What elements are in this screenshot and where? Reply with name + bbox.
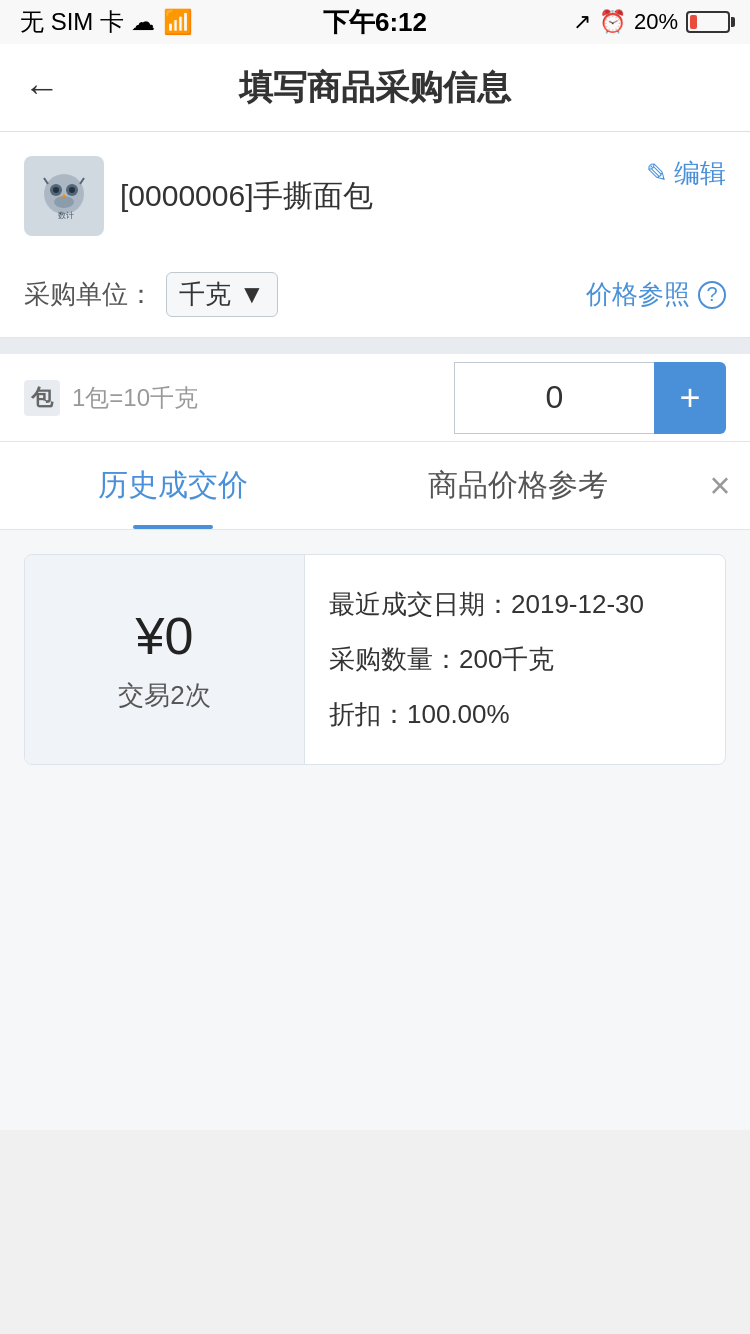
plus-button[interactable]: +: [654, 362, 726, 434]
quantity-row: 包 1包=10千克 +: [0, 354, 750, 442]
history-price: ¥0: [136, 606, 194, 666]
recent-date-value: 2019-12-30: [511, 589, 644, 619]
discount-row: 折扣：100.00%: [329, 695, 701, 734]
purchase-qty-row: 采购数量：200千克: [329, 640, 701, 679]
svg-line-8: [80, 178, 84, 184]
product-card: 数计 [0000006]手撕面包 ✎ 编辑 采购单位： 千克 ▼ 价格参照 ?: [0, 132, 750, 338]
svg-point-3: [53, 187, 59, 193]
status-time: 下午6:12: [323, 5, 427, 40]
discount-value: 100.00%: [407, 699, 510, 729]
nav-bar: ← 填写商品采购信息: [0, 44, 750, 132]
tab-active-indicator: [133, 525, 213, 529]
product-image: 数计: [24, 156, 104, 236]
tab-price-reference[interactable]: 商品价格参考: [345, 442, 690, 529]
price-ref-label: 价格参照: [586, 277, 690, 312]
tab-history-label: 历史成交价: [98, 465, 248, 506]
close-button[interactable]: ×: [690, 442, 750, 530]
svg-point-4: [69, 187, 75, 193]
status-bar: 无 SIM 卡 ☁ 📶 下午6:12 ↗ ⏰ 20%: [0, 0, 750, 44]
history-trades: 交易2次: [118, 678, 210, 713]
section-divider: [0, 338, 750, 354]
product-name: [0000006]手撕面包: [120, 175, 373, 217]
recent-date-label: 最近成交日期：: [329, 589, 511, 619]
location-icon: ↗: [573, 9, 591, 35]
price-ref-button[interactable]: 价格参照 ?: [586, 277, 726, 312]
purchase-qty-value: 200千克: [459, 644, 554, 674]
unit-conversion: 1包=10千克: [72, 382, 198, 414]
history-card: ¥0 交易2次 最近成交日期：2019-12-30 采购数量：200千克 折扣：…: [24, 554, 726, 765]
purchase-unit-label: 采购单位：: [24, 277, 154, 312]
battery-percent: 20%: [634, 9, 678, 35]
unit-select[interactable]: 千克 ▼: [166, 272, 278, 317]
status-left: 无 SIM 卡 ☁ 📶: [20, 6, 193, 38]
wifi-icon: 📶: [163, 8, 193, 36]
quantity-input-group: +: [454, 362, 726, 434]
tab-price-ref-label: 商品价格参考: [428, 465, 608, 506]
back-button[interactable]: ←: [24, 67, 60, 109]
purchase-unit-left: 采购单位： 千克 ▼: [24, 272, 278, 317]
edit-button[interactable]: ✎ 编辑: [646, 156, 726, 191]
product-thumbnail-icon: 数计: [34, 166, 94, 226]
tabs-bar: 历史成交价 商品价格参考 ×: [0, 442, 750, 530]
svg-text:数计: 数计: [58, 211, 74, 220]
quantity-input[interactable]: [454, 362, 654, 434]
help-icon: ?: [698, 281, 726, 309]
purchase-qty-label: 采购数量：: [329, 644, 459, 674]
history-details-section: 最近成交日期：2019-12-30 采购数量：200千克 折扣：100.00%: [305, 555, 725, 764]
svg-point-5: [54, 196, 74, 208]
alarm-icon: ⏰: [599, 9, 626, 35]
edit-label: 编辑: [674, 156, 726, 191]
unit-value: 千克: [179, 277, 231, 312]
tab-history-price[interactable]: 历史成交价: [0, 442, 345, 529]
page-title: 填写商品采购信息: [239, 65, 511, 111]
unit-icon: 包: [24, 380, 60, 416]
history-price-section: ¥0 交易2次: [25, 555, 305, 764]
purchase-unit-row: 采购单位： 千克 ▼ 价格参照 ?: [24, 256, 726, 337]
dropdown-icon: ▼: [239, 279, 265, 310]
edit-icon: ✎: [646, 158, 668, 189]
unit-label: 包 1包=10千克: [24, 380, 454, 416]
product-header: 数计 [0000006]手撕面包 ✎ 编辑: [24, 156, 726, 236]
battery-icon: [686, 11, 730, 33]
sim-label: 无 SIM 卡 ☁: [20, 6, 155, 38]
discount-label: 折扣：: [329, 699, 407, 729]
recent-date-row: 最近成交日期：2019-12-30: [329, 585, 701, 624]
svg-line-7: [44, 178, 48, 184]
status-right: ↗ ⏰ 20%: [573, 9, 730, 35]
content-area: ¥0 交易2次 最近成交日期：2019-12-30 采购数量：200千克 折扣：…: [0, 530, 750, 1130]
product-left: 数计 [0000006]手撕面包: [24, 156, 373, 236]
